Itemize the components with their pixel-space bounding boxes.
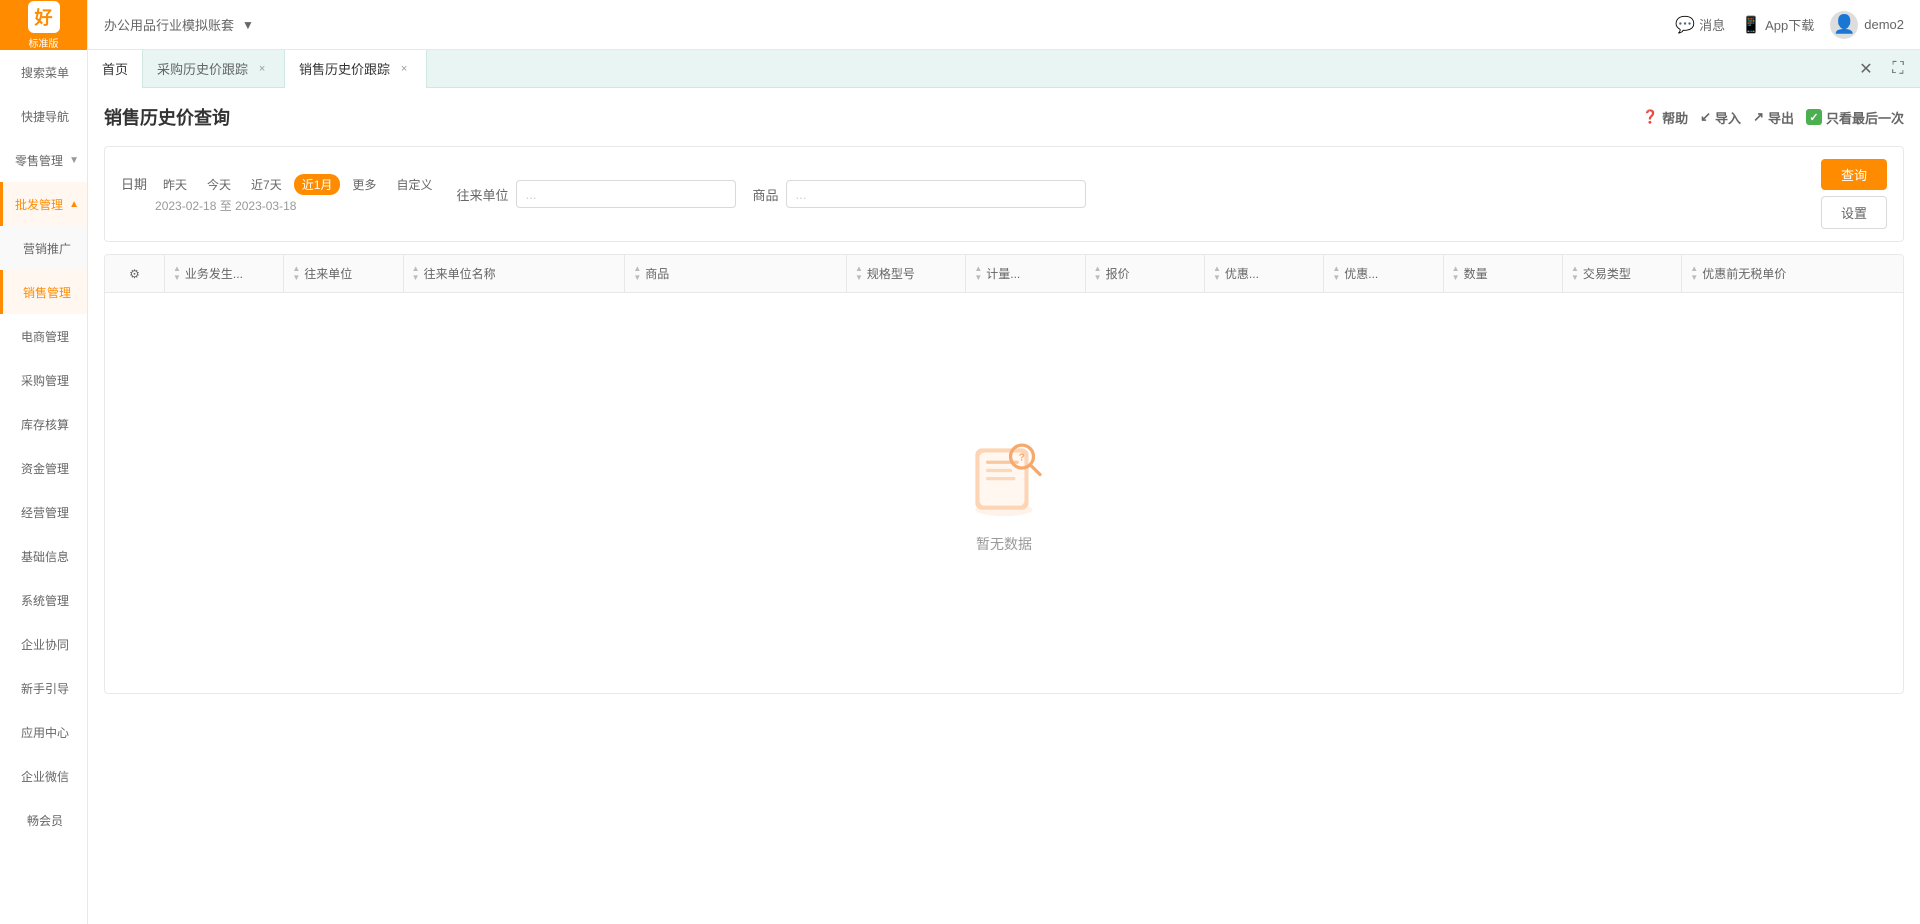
th-spec[interactable]: ▲ ▼ 规格型号	[847, 255, 966, 292]
table-header: ⚙ ▲ ▼ 业务发生... ▲ ▼ 往来单位	[105, 255, 1903, 293]
page-title: 销售历史价查询	[104, 104, 230, 130]
main-area: 办公用品行业模拟账套 ▼ 💬 消息 📱 App下载 👤 demo2 首页	[88, 0, 1920, 924]
tabbar: 首页 采购历史价跟踪 × 销售历史价跟踪 × ✕ ⛶	[88, 50, 1920, 88]
th-partner-name[interactable]: ▲ ▼ 往来单位名称	[404, 255, 626, 292]
th-unit[interactable]: ▲ ▼ 计量...	[966, 255, 1085, 292]
sidebar-item-retail[interactable]: 零售管理 ▼	[0, 138, 87, 182]
user-profile-btn[interactable]: 👤 demo2	[1830, 11, 1904, 39]
wholesale-arrow-icon: ▲	[69, 199, 79, 210]
svg-text:?: ?	[1019, 453, 1025, 464]
sidebar-item-finance[interactable]: 资金管理	[0, 446, 87, 490]
app-download-icon: 📱	[1741, 15, 1761, 35]
th-discount2[interactable]: ▲ ▼ 优惠...	[1324, 255, 1443, 292]
user-name: demo2	[1864, 17, 1904, 32]
sidebar-item-marketing[interactable]: 营销推广	[0, 226, 87, 270]
import-icon: ↙	[1700, 109, 1711, 125]
sidebar-item-search[interactable]: 搜索菜单	[0, 50, 87, 94]
date-btn-custom[interactable]: 自定义	[388, 174, 440, 195]
th-biz-date[interactable]: ▲ ▼ 业务发生...	[165, 255, 284, 292]
user-avatar: 👤	[1830, 11, 1858, 39]
topbar-dropdown[interactable]: ▼	[242, 18, 254, 32]
sidebar-item-sales-mgmt[interactable]: 销售管理	[0, 270, 87, 314]
date-btn-yesterday[interactable]: 昨天	[155, 174, 195, 195]
only-last-checkbox[interactable]: ✓	[1806, 109, 1822, 125]
goods-filter: 商品 ...	[752, 180, 1086, 208]
date-range: 2023-02-18 至 2023-03-18	[155, 197, 440, 214]
sidebar-item-enterprise[interactable]: 企业协同	[0, 622, 87, 666]
gear-icon: ⚙	[129, 267, 140, 281]
th-partner-code[interactable]: ▲ ▼ 往来单位	[284, 255, 403, 292]
date-btn-today[interactable]: 今天	[199, 174, 239, 195]
sidebar-item-member[interactable]: 畅会员	[0, 798, 87, 842]
tab-sales-history[interactable]: 销售历史价跟踪 ×	[285, 50, 427, 88]
message-icon: 💬	[1675, 15, 1695, 35]
only-last-btn[interactable]: ✓ 只看最后一次	[1806, 108, 1904, 127]
date-filter-label: 日期	[121, 174, 147, 193]
partner-filter: 往来单位 ...	[456, 180, 736, 208]
date-btn-7days[interactable]: 近7天	[243, 174, 290, 195]
message-btn[interactable]: 💬 消息	[1675, 15, 1725, 35]
sidebar-item-ecommerce[interactable]: 电商管理	[0, 314, 87, 358]
export-icon: ↗	[1753, 109, 1764, 125]
sidebar-item-system[interactable]: 系统管理	[0, 578, 87, 622]
logo-text: 标准版	[29, 35, 59, 50]
sidebar-item-shortcut[interactable]: 快捷导航	[0, 94, 87, 138]
empty-text: 暂无数据	[976, 534, 1032, 554]
data-table: ⚙ ▲ ▼ 业务发生... ▲ ▼ 往来单位	[104, 254, 1904, 694]
date-btn-1month[interactable]: 近1月	[294, 174, 341, 195]
sidebar-item-app-center[interactable]: 应用中心	[0, 710, 87, 754]
import-btn[interactable]: ↙ 导入	[1700, 108, 1741, 127]
empty-illustration: ?	[954, 432, 1054, 522]
th-goods[interactable]: ▲ ▼ 商品	[625, 255, 847, 292]
goods-filter-label: 商品	[752, 185, 778, 204]
sidebar-item-operations[interactable]: 经营管理	[0, 490, 87, 534]
date-buttons: 昨天 今天 近7天 近1月 更多 自定义	[155, 174, 440, 195]
sidebar-item-guide[interactable]: 新手引导	[0, 666, 87, 710]
th-gear[interactable]: ⚙	[105, 255, 165, 292]
sidebar: 好 标准版 搜索菜单 快捷导航 零售管理 ▼ 批发管理 ▲ 营销推广 销售管理 …	[0, 0, 88, 924]
sidebar-item-basic-info[interactable]: 基础信息	[0, 534, 87, 578]
th-quantity[interactable]: ▲ ▼ 数量	[1444, 255, 1563, 292]
logo-icon: 好	[28, 1, 60, 33]
table-empty-state: ? 暂无数据	[105, 293, 1903, 693]
filter-bar: 日期 昨天 今天 近7天 近1月 更多 自定义 2023-02-18 至 202…	[104, 146, 1904, 242]
partner-filter-label: 往来单位	[456, 185, 508, 204]
tab-home[interactable]: 首页	[88, 50, 143, 88]
partner-input[interactable]: ...	[516, 180, 736, 208]
app-download-btn[interactable]: 📱 App下载	[1741, 15, 1814, 35]
th-trade-type[interactable]: ▲ ▼ 交易类型	[1563, 255, 1682, 292]
tab-close-window-btn[interactable]: ✕	[1852, 55, 1880, 83]
tab-maximize-btn[interactable]: ⛶	[1884, 55, 1912, 83]
goods-input[interactable]: ...	[786, 180, 1086, 208]
export-btn[interactable]: ↗ 导出	[1753, 108, 1794, 127]
topbar: 办公用品行业模拟账套 ▼ 💬 消息 📱 App下载 👤 demo2	[88, 0, 1920, 50]
date-filter: 日期 昨天 今天 近7天 近1月 更多 自定义 2023-02-18 至 202…	[121, 174, 440, 214]
th-discount1[interactable]: ▲ ▼ 优惠...	[1205, 255, 1324, 292]
sidebar-item-purchase[interactable]: 采购管理	[0, 358, 87, 402]
tab-purchase-history[interactable]: 采购历史价跟踪 ×	[143, 50, 285, 88]
th-quote[interactable]: ▲ ▼ 报价	[1086, 255, 1205, 292]
sidebar-item-wechat[interactable]: 企业微信	[0, 754, 87, 798]
settings-button[interactable]: 设置	[1821, 196, 1887, 229]
tab-sales-history-close[interactable]: ×	[396, 61, 412, 77]
tab-purchase-history-close[interactable]: ×	[254, 61, 270, 77]
help-icon: ❓	[1642, 109, 1658, 125]
th-pretax-price[interactable]: ▲ ▼ 优惠前无税单价	[1682, 255, 1903, 292]
app-logo[interactable]: 好 标准版	[0, 0, 87, 50]
sidebar-item-inventory[interactable]: 库存核算	[0, 402, 87, 446]
query-button[interactable]: 查询	[1821, 159, 1887, 190]
date-btn-more[interactable]: 更多	[344, 174, 384, 195]
page-title-row: 销售历史价查询 ❓ 帮助 ↙ 导入 ↗ 导出 ✓ 只看最后一次	[104, 104, 1904, 130]
help-btn[interactable]: ❓ 帮助	[1642, 108, 1688, 127]
topbar-title: 办公用品行业模拟账套	[104, 15, 234, 34]
sidebar-item-wholesale[interactable]: 批发管理 ▲	[0, 182, 87, 226]
page-content: 销售历史价查询 ❓ 帮助 ↙ 导入 ↗ 导出 ✓ 只看最后一次	[88, 88, 1920, 924]
retail-arrow-icon: ▼	[69, 155, 79, 166]
